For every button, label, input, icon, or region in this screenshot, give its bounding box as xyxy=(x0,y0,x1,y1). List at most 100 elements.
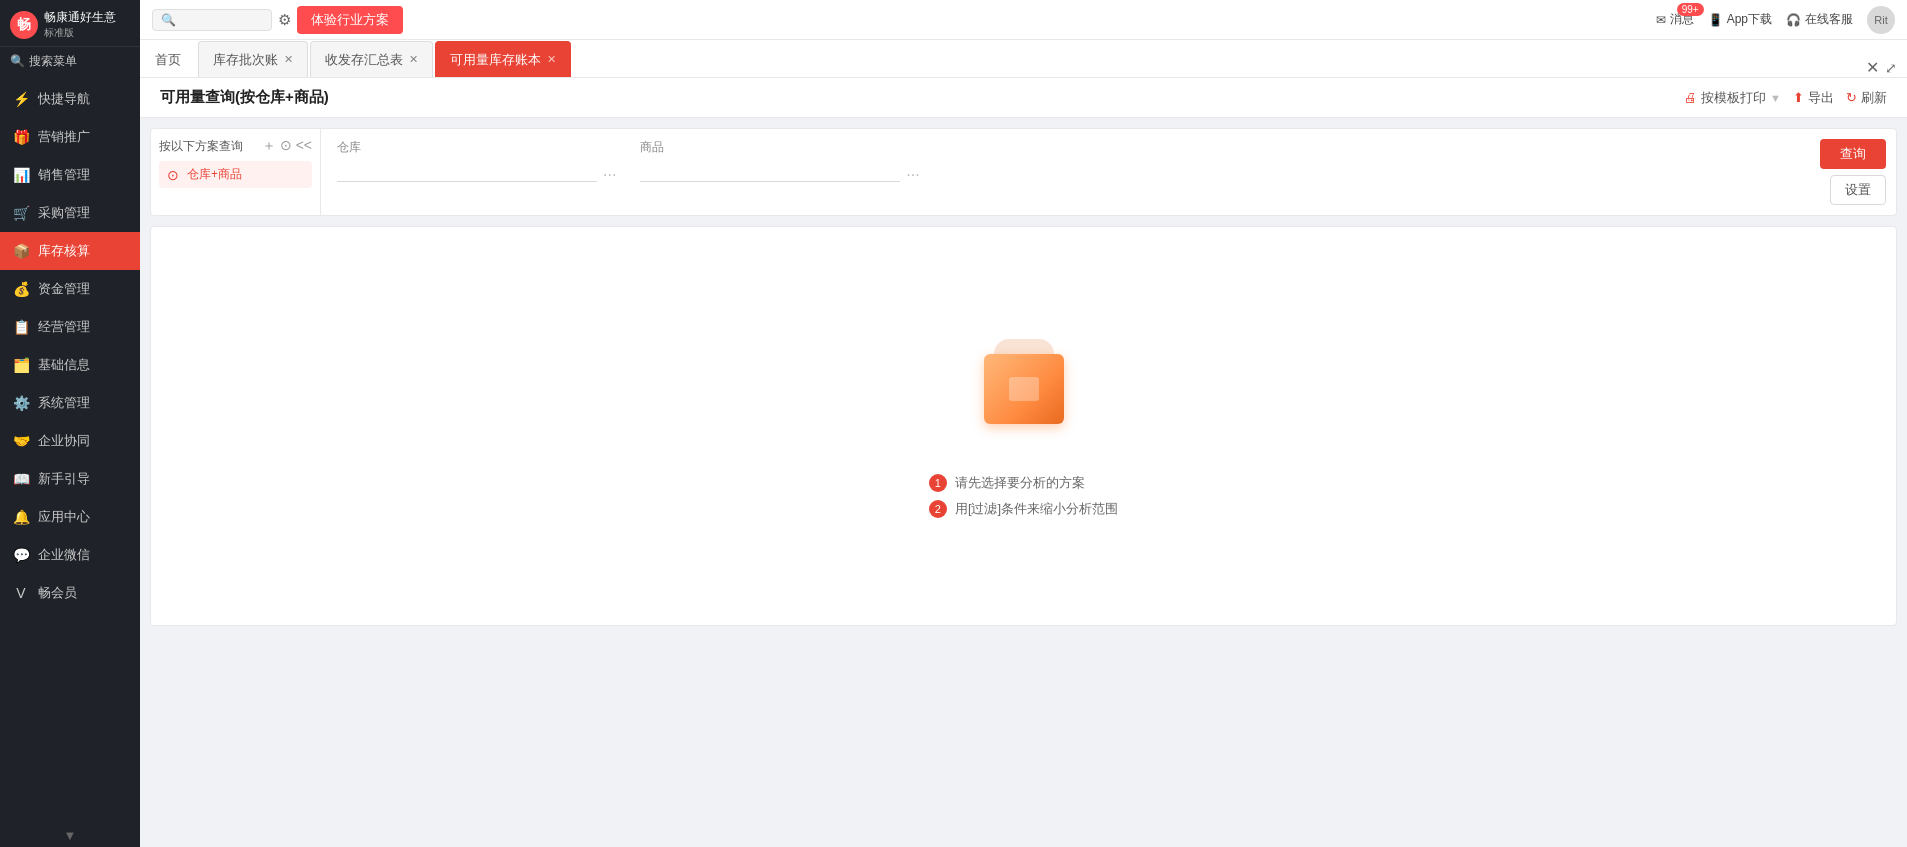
filter-fields: 仓库 ... 商品 ... xyxy=(321,129,1820,215)
tab-collect-summary-close[interactable]: ✕ xyxy=(409,53,418,66)
sidebar-item-cooperation[interactable]: 🤝 企业协同 xyxy=(0,422,140,460)
sidebar-item-sales[interactable]: 📊 销售管理 xyxy=(0,156,140,194)
tab-batch-ledger-close[interactable]: ✕ xyxy=(284,53,293,66)
topbar: 🔍 ⚙ 体验行业方案 ✉ 99+ 消息 📱 App下载 🎧 在线客服 Rit xyxy=(140,0,1907,40)
warehouse-goods-icon: ⊙ xyxy=(165,167,181,183)
tab-available-ledger-close[interactable]: ✕ xyxy=(547,53,556,66)
filter-scheme-label: 按以下方案查询 xyxy=(159,138,243,155)
sidebar-item-member[interactable]: V 畅会员 xyxy=(0,574,140,612)
sidebar-item-wechat[interactable]: 💬 企业微信 xyxy=(0,536,140,574)
sales-icon: 📊 xyxy=(12,166,30,184)
filter-sidebar-header: 按以下方案查询 ＋ ⊙ << xyxy=(159,137,312,155)
warehouse-input[interactable] xyxy=(337,160,597,182)
filter-panel: 按以下方案查询 ＋ ⊙ << ⊙ 仓库+商品 仓库 xyxy=(150,128,1897,216)
print-template-button[interactable]: 🖨 按模板打印 ▼ xyxy=(1684,89,1781,107)
message-icon-item[interactable]: ✉ 99+ 消息 xyxy=(1656,11,1694,28)
trial-industry-button[interactable]: 体验行业方案 xyxy=(297,6,403,34)
search-icon: 🔍 xyxy=(10,54,25,68)
warehouse-input-row: ... xyxy=(337,160,616,182)
topbar-right: ✉ 99+ 消息 📱 App下载 🎧 在线客服 Rit xyxy=(1656,6,1895,34)
sidebar-item-app-center[interactable]: 🔔 应用中心 xyxy=(0,498,140,536)
tab-home[interactable]: 首页 xyxy=(140,41,196,77)
filter-collapse-icon[interactable]: << xyxy=(296,137,312,155)
tab-expand-button[interactable]: ⤢ xyxy=(1885,60,1897,76)
app-download-item[interactable]: 📱 App下载 xyxy=(1708,11,1772,28)
quick-nav-icon: ⚡ xyxy=(12,90,30,108)
sidebar-item-inventory[interactable]: 📦 库存核算 xyxy=(0,232,140,270)
sidebar-item-label: 系统管理 xyxy=(38,394,90,412)
guide-icon: 📖 xyxy=(12,470,30,488)
warehouse-dots-button[interactable]: ... xyxy=(603,162,616,180)
settings-button[interactable]: 设置 xyxy=(1830,175,1886,205)
sidebar-item-finance[interactable]: 💰 资金管理 xyxy=(0,270,140,308)
refresh-button[interactable]: ↻ 刷新 xyxy=(1846,89,1887,107)
sidebar-item-purchase[interactable]: 🛒 采购管理 xyxy=(0,194,140,232)
goods-dots-button[interactable]: ... xyxy=(906,162,919,180)
sidebar-item-guide[interactable]: 📖 新手引导 xyxy=(0,460,140,498)
goods-input[interactable] xyxy=(640,160,900,182)
sidebar-nav: ⚡ 快捷导航 🎁 营销推广 📊 销售管理 🛒 采购管理 📦 库存核算 💰 资金管… xyxy=(0,76,140,824)
topbar-search-icon: 🔍 xyxy=(161,13,176,27)
sidebar-item-label: 新手引导 xyxy=(38,470,90,488)
sidebar-item-label: 库存核算 xyxy=(38,242,90,260)
sidebar-item-marketing[interactable]: 🎁 营销推广 xyxy=(0,118,140,156)
warehouse-field-label: 仓库 xyxy=(337,139,616,156)
print-icon: 🖨 xyxy=(1684,90,1697,105)
tab-collect-summary[interactable]: 收发存汇总表 ✕ xyxy=(310,41,433,77)
sidebar-search[interactable]: 🔍 搜索菜单 xyxy=(0,47,140,76)
query-button[interactable]: 查询 xyxy=(1820,139,1886,169)
filter-settings-icon[interactable]: ⊙ xyxy=(280,137,292,155)
tabs-right-actions: ✕ ⤢ xyxy=(1856,58,1907,77)
filter-add-icon[interactable]: ＋ xyxy=(262,137,276,155)
sidebar-item-quick-nav[interactable]: ⚡ 快捷导航 xyxy=(0,80,140,118)
sidebar-item-label: 畅会员 xyxy=(38,584,77,602)
marketing-icon: 🎁 xyxy=(12,128,30,146)
query-btn-area: 查询 设置 xyxy=(1820,129,1896,215)
brand-tag: 标准版 xyxy=(44,26,116,40)
topbar-left: 🔍 ⚙ 体验行业方案 xyxy=(152,6,1648,34)
sidebar-item-label: 应用中心 xyxy=(38,508,90,526)
goods-field-label: 商品 xyxy=(640,139,919,156)
hint-text-1: 请先选择要分析的方案 xyxy=(955,474,1085,492)
hint-num-1: 1 xyxy=(929,474,947,492)
topbar-search-box[interactable]: 🔍 xyxy=(152,9,272,31)
finance-icon: 💰 xyxy=(12,280,30,298)
app-download-label: App下载 xyxy=(1727,11,1772,28)
sidebar-item-label: 资金管理 xyxy=(38,280,90,298)
topbar-gear-icon[interactable]: ⚙ xyxy=(278,11,291,29)
tab-close-all-button[interactable]: ✕ xyxy=(1866,58,1879,77)
empty-hint-1: 1 请先选择要分析的方案 xyxy=(929,474,1118,492)
export-button[interactable]: ⬆ 导出 xyxy=(1793,89,1834,107)
filter-option-warehouse-goods[interactable]: ⊙ 仓库+商品 xyxy=(159,161,312,188)
empty-illustration xyxy=(964,334,1084,454)
brand-icon: 畅 xyxy=(10,11,38,39)
refresh-label: 刷新 xyxy=(1861,89,1887,107)
main-area: 🔍 ⚙ 体验行业方案 ✉ 99+ 消息 📱 App下载 🎧 在线客服 Rit xyxy=(140,0,1907,847)
sidebar-item-label: 快捷导航 xyxy=(38,90,90,108)
member-icon: V xyxy=(12,584,30,602)
tab-available-ledger-label: 可用量库存账本 xyxy=(450,51,541,69)
filter-field-goods: 商品 ... xyxy=(640,139,919,182)
page-content: 可用量查询(按仓库+商品) 🖨 按模板打印 ▼ ⬆ 导出 ↻ 刷新 xyxy=(140,78,1907,847)
sidebar-scroll-down[interactable]: ▼ xyxy=(0,824,140,847)
sidebar-item-system[interactable]: ⚙️ 系统管理 xyxy=(0,384,140,422)
sidebar-header: 畅 畅康通好生意 标准版 xyxy=(0,0,140,47)
sidebar-item-basic[interactable]: 🗂️ 基础信息 xyxy=(0,346,140,384)
print-chevron-icon: ▼ xyxy=(1770,92,1781,104)
user-avatar[interactable]: Rit xyxy=(1867,6,1895,34)
goods-input-row: ... xyxy=(640,160,919,182)
tab-available-ledger[interactable]: 可用量库存账本 ✕ xyxy=(435,41,571,77)
sidebar-item-label: 销售管理 xyxy=(38,166,90,184)
topbar-search-input[interactable] xyxy=(180,13,260,27)
page-header-actions: 🖨 按模板打印 ▼ ⬆ 导出 ↻ 刷新 xyxy=(1684,89,1887,107)
sidebar-item-label: 企业微信 xyxy=(38,546,90,564)
sidebar: 畅 畅康通好生意 标准版 🔍 搜索菜单 ⚡ 快捷导航 🎁 营销推广 📊 销售管理… xyxy=(0,0,140,847)
filter-sidebar-actions: ＋ ⊙ << xyxy=(262,137,312,155)
tabs-bar: 首页 库存批次账 ✕ 收发存汇总表 ✕ 可用量库存账本 ✕ ✕ ⤢ xyxy=(140,40,1907,78)
sidebar-item-operations[interactable]: 📋 经营管理 xyxy=(0,308,140,346)
empty-state: 1 请先选择要分析的方案 2 用[过滤]条件来缩小分析范围 xyxy=(150,226,1897,626)
brand-name: 畅康通好生意 xyxy=(44,10,116,26)
service-label: 在线客服 xyxy=(1805,11,1853,28)
service-item[interactable]: 🎧 在线客服 xyxy=(1786,11,1853,28)
tab-batch-ledger[interactable]: 库存批次账 ✕ xyxy=(198,41,308,77)
